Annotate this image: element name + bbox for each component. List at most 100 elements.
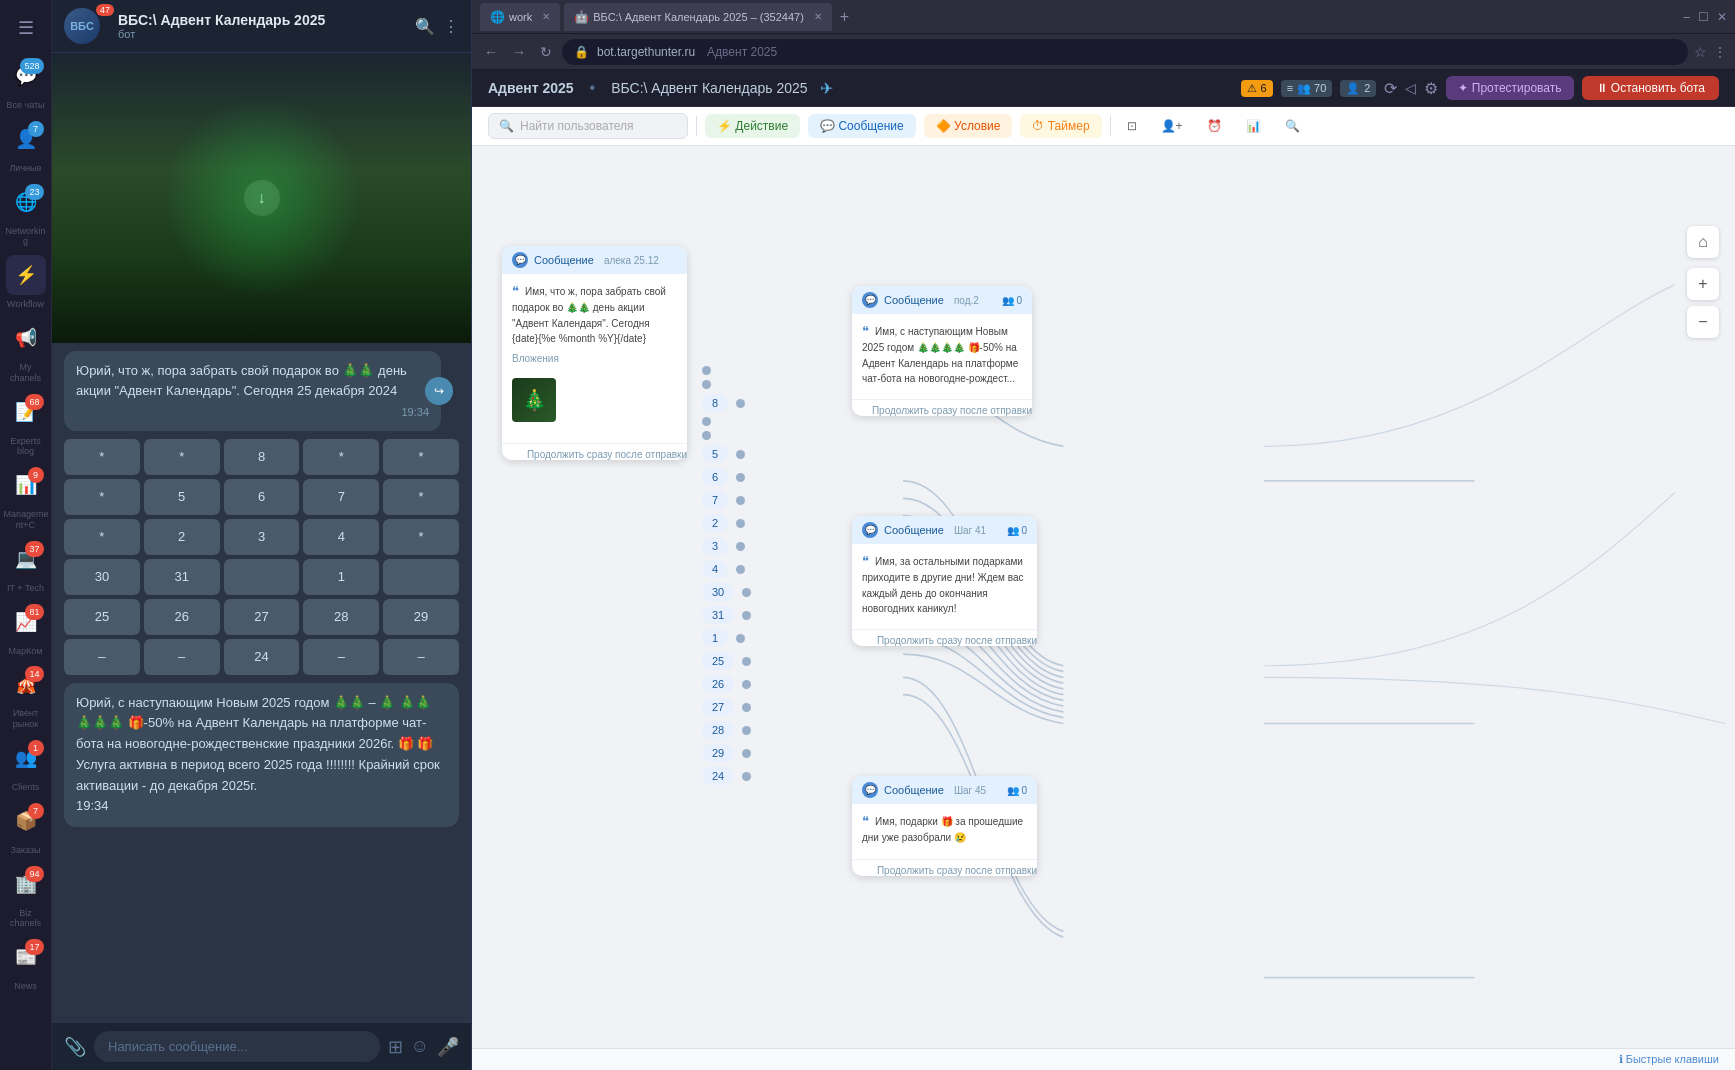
sidebar-item-management[interactable]: 📊 9 [6, 465, 46, 505]
kb-8[interactable]: 8 [224, 439, 300, 475]
btn-item-4[interactable]: 4 [702, 560, 751, 578]
kb-4[interactable]: 4 [303, 519, 379, 555]
btn-item-2[interactable]: 2 [702, 514, 751, 532]
emoji-icon[interactable]: ☺ [411, 1036, 429, 1057]
kb-star-3[interactable]: * [303, 439, 379, 475]
sticker-icon[interactable]: ⊞ [388, 1036, 403, 1058]
btn-item-31[interactable]: 31 [702, 606, 751, 624]
btn-item-8[interactable]: 8 [702, 394, 751, 412]
btn-item-29[interactable]: 29 [702, 744, 751, 762]
message-input[interactable] [94, 1031, 380, 1062]
maximize-btn[interactable]: ☐ [1698, 10, 1709, 24]
kb-29[interactable]: 29 [383, 599, 459, 635]
forward-btn[interactable]: ↪ [425, 377, 453, 405]
btn-item-7[interactable]: 7 [702, 491, 751, 509]
kb-dash-3[interactable]: – [303, 639, 379, 675]
kb-star-1[interactable]: * [64, 439, 140, 475]
kb-dash-1[interactable]: – [64, 639, 140, 675]
kb-2[interactable]: 2 [144, 519, 220, 555]
wf-node-entry[interactable]: 💬 Сообщение алека 25.12 ❝ Имя, что ж, по… [502, 246, 687, 460]
condition-btn[interactable]: 🔶 Условие [924, 114, 1013, 138]
kb-star-5[interactable]: * [64, 479, 140, 515]
stop-bot-btn[interactable]: ⏸ Остановить бота [1582, 76, 1719, 100]
btn-item-24[interactable]: 24 [702, 767, 751, 785]
sidebar-item-clients[interactable]: 👥 1 [6, 738, 46, 778]
search-flow-icon-btn[interactable]: 🔍 [1277, 114, 1308, 138]
sidebar-item-all-chats[interactable]: 💬 528 [6, 56, 46, 96]
sidebar-item-my-channels[interactable]: 📢 [6, 318, 46, 358]
home-view-btn[interactable]: ⌂ [1687, 226, 1719, 258]
kb-star-4[interactable]: * [383, 439, 459, 475]
btn-item-25[interactable]: 25 [702, 652, 751, 670]
wf-node-pod2[interactable]: 💬 Сообщение под.2 👥 0 ❝ Имя, с наступающ… [852, 286, 1032, 416]
scroll-down-btn[interactable]: ↓ [244, 180, 280, 216]
kb-30[interactable]: 30 [64, 559, 140, 595]
user-add-icon-btn[interactable]: 👤+ [1153, 114, 1191, 138]
sidebar-item-news[interactable]: 📰 17 [6, 937, 46, 977]
btn-item-star3[interactable] [702, 417, 751, 426]
kb-star-2[interactable]: * [144, 439, 220, 475]
action-btn[interactable]: ⚡ Действие [705, 114, 800, 138]
kb-star-6[interactable]: * [383, 479, 459, 515]
user-search-field[interactable]: 🔍 Найти пользователя [488, 113, 688, 139]
workflow-canvas[interactable]: 💬 Сообщение алека 25.12 ❝ Имя, что ж, по… [472, 146, 1735, 1070]
tab-close-icon[interactable]: ✕ [542, 11, 550, 22]
attachment-icon[interactable]: 📎 [64, 1036, 86, 1058]
kb-star-7[interactable]: * [64, 519, 140, 555]
kb-1[interactable]: 1 [303, 559, 379, 595]
kb-28[interactable]: 28 [303, 599, 379, 635]
hotkeys-btn[interactable]: ℹ Быстрые клавиши [1619, 1053, 1719, 1066]
btn-item-28[interactable]: 28 [702, 721, 751, 739]
wf-node-shag45[interactable]: 💬 Сообщение Шаг 45 👥 0 ❝ Имя, подарки 🎁 … [852, 776, 1037, 876]
btn-item-27[interactable]: 27 [702, 698, 751, 716]
sidebar-item-markom[interactable]: 📈 81 [6, 602, 46, 642]
test-bot-btn[interactable]: ✦ Протестировать [1446, 76, 1573, 100]
kb-dash-4[interactable]: – [383, 639, 459, 675]
kb-24[interactable]: 24 [224, 639, 300, 675]
more-icon[interactable]: ⋮ [443, 17, 459, 36]
sidebar-item-orders[interactable]: 📦 7 [6, 801, 46, 841]
kb-27[interactable]: 27 [224, 599, 300, 635]
minimize-btn[interactable]: – [1683, 10, 1690, 24]
kb-dash-2[interactable]: – [144, 639, 220, 675]
kb-7[interactable]: 7 [303, 479, 379, 515]
clock-icon-btn[interactable]: ⏰ [1199, 114, 1230, 138]
chat-body[interactable]: ↓ Юрий, что ж, пора забрать свой подарок… [52, 53, 471, 1022]
kb-25[interactable]: 25 [64, 599, 140, 635]
voice-icon[interactable]: 🎤 [437, 1036, 459, 1058]
btn-item-star2[interactable] [702, 380, 751, 389]
btn-item-star4[interactable] [702, 431, 751, 440]
template-icon-btn[interactable]: ⊡ [1119, 114, 1145, 138]
sidebar-item-experts-blog[interactable]: 📝 68 [6, 392, 46, 432]
sidebar-item-workflow[interactable]: ⚡ [6, 255, 46, 295]
kb-star-8[interactable]: * [383, 519, 459, 555]
btn-item-1[interactable]: 1 [702, 629, 751, 647]
btn-item-5[interactable]: 5 [702, 445, 751, 463]
share-icon[interactable]: ◁ [1405, 80, 1416, 96]
btn-item-26[interactable]: 26 [702, 675, 751, 693]
nav-back-btn[interactable]: ← [480, 40, 502, 64]
zoom-out-btn[interactable]: − [1687, 306, 1719, 338]
sidebar-menu-btn[interactable]: ☰ [6, 8, 46, 48]
kb-5[interactable]: 5 [144, 479, 220, 515]
wf-node-shag41[interactable]: 💬 Сообщение Шаг 41 👥 0 ❝ Имя, за остальн… [852, 516, 1037, 646]
nav-refresh-btn[interactable]: ↻ [536, 40, 556, 64]
sidebar-item-personal[interactable]: 👤 7 [6, 119, 46, 159]
close-btn[interactable]: ✕ [1717, 10, 1727, 24]
settings-icon[interactable]: ⋮ [1713, 44, 1727, 60]
btn-item-3[interactable]: 3 [702, 537, 751, 555]
sidebar-item-event-market[interactable]: 🎪 14 [6, 664, 46, 704]
nav-forward-btn[interactable]: → [508, 40, 530, 64]
tab-close-icon-2[interactable]: ✕ [814, 11, 822, 22]
kb-26[interactable]: 26 [144, 599, 220, 635]
btn-item-30[interactable]: 30 [702, 583, 751, 601]
btn-item-star1[interactable] [702, 366, 751, 375]
kb-6[interactable]: 6 [224, 479, 300, 515]
gear-icon[interactable]: ⚙ [1424, 79, 1438, 98]
bookmark-icon[interactable]: ☆ [1694, 44, 1707, 60]
browser-tab-work[interactable]: 🌐 work ✕ [480, 3, 560, 31]
chart-icon-btn[interactable]: 📊 [1238, 114, 1269, 138]
sidebar-item-biz-channels[interactable]: 🏢 94 [6, 864, 46, 904]
kb-31[interactable]: 31 [144, 559, 220, 595]
browser-tab-advent[interactable]: 🤖 ВБС:\ Адвент Календарь 2025 – (352447)… [564, 3, 832, 31]
